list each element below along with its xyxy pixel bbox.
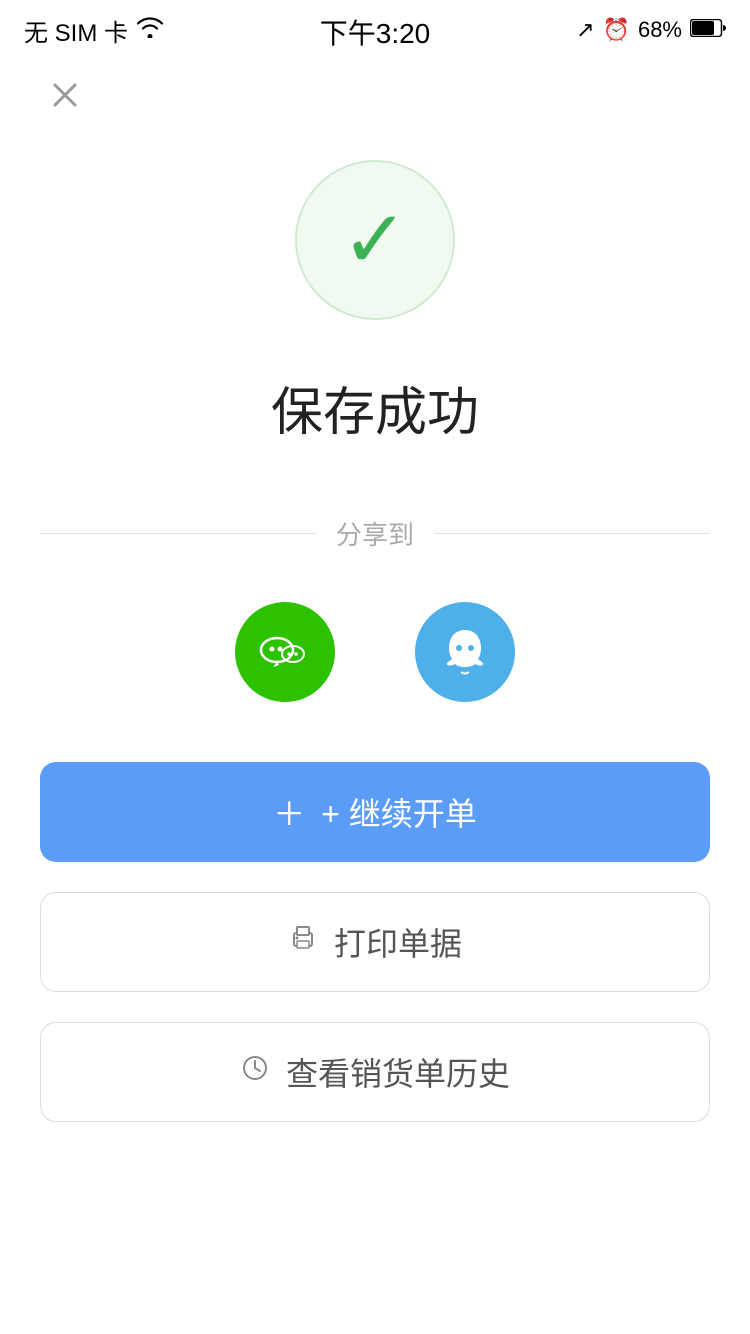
continue-order-button[interactable]: ＋ + 继续开单 (40, 762, 710, 862)
wechat-share-button[interactable] (235, 602, 335, 702)
print-button[interactable]: 打印单据 (40, 892, 710, 992)
history-label: 查看销货单历史 (286, 1049, 510, 1095)
share-icons (235, 602, 515, 702)
print-icon (288, 923, 318, 961)
print-label: 打印单据 (334, 919, 462, 965)
continue-order-label: + 继续开单 (321, 789, 477, 835)
action-buttons: ＋ + 继续开单 打印单据 查看销货单历史 (0, 762, 750, 1122)
qq-share-button[interactable] (415, 602, 515, 702)
plus-icon: ＋ (273, 789, 305, 835)
history-button[interactable]: 查看销货单历史 (40, 1022, 710, 1122)
close-button[interactable] (40, 70, 90, 120)
location-icon: ↗ (576, 17, 594, 43)
checkmark-icon: ✓ (341, 200, 408, 280)
divider-right (434, 533, 710, 534)
main-content: ✓ 保存成功 分享到 (0, 60, 750, 1122)
no-sim-text: 无 SIM 卡 (24, 13, 128, 48)
status-right: ↗ ⏰ 68% (576, 17, 726, 43)
divider-left (40, 533, 316, 534)
status-bar: 无 SIM 卡 下午3:20 ↗ ⏰ 68% (0, 0, 750, 60)
success-title: 保存成功 (271, 370, 479, 445)
status-time: 下午3:20 (320, 12, 431, 52)
share-label: 分享到 (316, 515, 434, 552)
alarm-icon: ⏰ (603, 17, 630, 43)
wifi-icon (136, 16, 164, 45)
battery-text: 68% (638, 17, 682, 43)
history-icon (240, 1053, 270, 1091)
share-section: 分享到 (0, 515, 750, 702)
battery-icon (690, 17, 726, 43)
status-left: 无 SIM 卡 (24, 13, 164, 48)
success-circle: ✓ (295, 160, 455, 320)
share-divider: 分享到 (0, 515, 750, 552)
